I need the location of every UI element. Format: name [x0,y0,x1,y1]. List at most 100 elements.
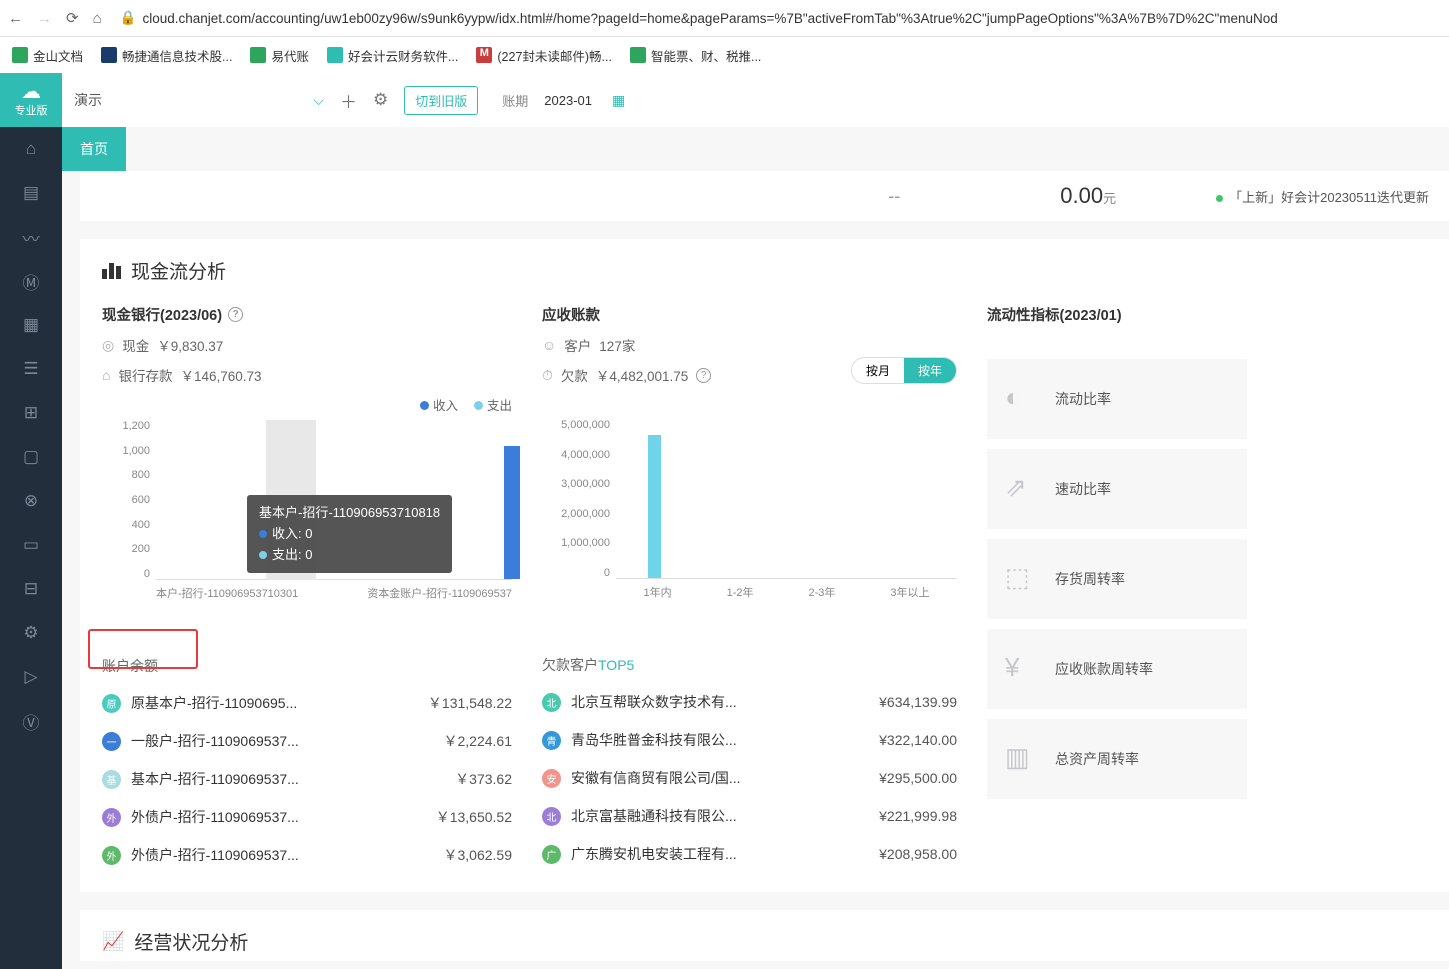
chevron-down-icon: ⌵ [313,92,324,109]
bookmark-item[interactable]: 畅捷通信息技术股... [101,46,232,65]
chart-icon: ▥ [1005,742,1039,776]
sidebar-frame-icon[interactable]: ▢ [0,435,62,479]
customer-row[interactable]: 安安徽有信商贸有限公司/国...¥295,500.00 [542,759,957,797]
period-value: 2023-01 [544,93,592,108]
bookmarks-bar: 金山文档 畅捷通信息技术股... 易代账 好会计云财务软件... M(227封未… [0,37,1449,73]
back-icon[interactable]: ← [8,10,23,27]
cash-value: ￥9,830.37 [157,335,223,355]
section-title: 现金流分析 [102,257,1427,284]
ratio-icon: ◐ [1005,382,1039,416]
metric-card-current-ratio[interactable]: ◐流动比率 [987,359,1247,439]
customer-list: 北北京互帮联众数字技术有...¥634,139.99 青青岛华胜普金科技有限公.… [542,683,957,873]
timer-icon: ⏱ [542,367,553,384]
bookmark-item[interactable]: 好会计云财务软件... [327,46,458,65]
receivable-title: 应收账款 [542,304,957,325]
customer-row[interactable]: 北北京互帮联众数字技术有...¥634,139.99 [542,683,957,721]
help-icon[interactable]: ? [228,307,243,322]
rocket-icon: ⇗ [1005,472,1039,506]
sidebar-building-icon[interactable]: ▦ [0,303,62,347]
operating-section-title: 📈 经营状况分析 [80,910,1449,961]
owed-label: 欠款 [561,365,588,385]
account-row[interactable]: 外外债户-招行-1109069537...￥3,062.59 [102,836,512,874]
metric-card-quick-ratio[interactable]: ⇗速动比率 [987,449,1247,529]
highlight-box [88,629,198,669]
metric-card-inventory-turnover[interactable]: ⬚存货周转率 [987,539,1247,619]
calendar-icon[interactable]: ▦ [612,92,625,109]
sidebar-list-icon[interactable]: ☰ [0,347,62,391]
forward-icon[interactable]: → [37,10,52,27]
account-row[interactable]: 外外债户-招行-1109069537...￥13,650.52 [102,798,512,836]
bookmark-item[interactable]: 易代账 [250,46,309,65]
customer-icon: ☺ [542,337,556,353]
cash-icon: ◎ [102,337,114,354]
account-list: 原原基本户-招行-11090695...￥131,548.22 一一般户-招行-… [102,684,512,874]
toggle-month[interactable]: 按月 [852,358,904,383]
logo-label: 专业版 [15,102,48,118]
money-icon: ¥ [1005,652,1039,686]
box-icon: ⬚ [1005,562,1039,596]
sidebar-money-icon[interactable]: Ⓜ [0,259,62,303]
period-label: 账期 [502,91,528,110]
zero-value: 0.00 [1060,183,1103,208]
sidebar-tag-icon[interactable]: ⊗ [0,479,62,523]
sidebar-voucher-icon[interactable]: ▤ [0,171,62,215]
sidebar-box-icon[interactable]: ⊟ [0,567,62,611]
customer-row[interactable]: 广广东腾安机电安装工程有...¥208,958.00 [542,835,957,873]
liquidity-title: 流动性指标(2023/01) [987,304,1427,325]
add-button[interactable]: ＋ [340,88,357,113]
deposit-value: ￥146,760.73 [180,365,261,385]
org-select[interactable]: 演示 ⌵ [74,90,324,110]
account-row[interactable]: 原原基本户-招行-11090695...￥131,548.22 [102,684,512,722]
bookmark-item[interactable]: 金山文档 [12,46,83,65]
period-toggle[interactable]: 按月 按年 [851,357,957,384]
sidebar-gear-icon[interactable]: ⚙ [0,611,62,655]
chart-legend: 收入 支出 [102,395,512,414]
cust-value: 127家 [599,335,635,355]
customer-row[interactable]: 青青岛华胜普金科技有限公...¥322,140.00 [542,721,957,759]
account-row[interactable]: 一一般户-招行-1109069537...￥2,224.61 [102,722,512,760]
bookmark-item[interactable]: M(227封未读邮件)畅... [476,46,612,65]
bar-chart-icon [102,263,121,279]
metric-card-asset-turnover[interactable]: ▥总资产周转率 [987,719,1247,799]
tab-home[interactable]: 首页 [62,127,126,171]
org-name: 演示 [74,90,102,110]
summary-banner: -- 0.00元 「上新」好会计20230511迭代更新 [80,171,1449,221]
toggle-year[interactable]: 按年 [904,358,956,383]
sidebar-home-icon[interactable]: ⌂ [0,127,62,171]
bookmark-item[interactable]: 智能票、财、税推... [630,46,761,65]
sidebar-grid-icon[interactable]: ⊞ [0,391,62,435]
url-text: cloud.chanjet.com/accounting/uw1eb00zy96… [142,11,1277,26]
account-row[interactable]: 基基本户-招行-1109069537...￥373.62 [102,760,512,798]
metric-card-ar-turnover[interactable]: ¥应收账款周转率 [987,629,1247,709]
help-icon[interactable]: ? [696,368,711,383]
cash-label: 现金 [122,335,149,355]
app-header: 演示 ⌵ ＋ ⚙ 切到旧版 账期 2023-01 ▦ [62,73,1449,127]
cashflow-panel: 现金流分析 现金银行(2023/06) ? ◎ 现金 ￥9,830.37 [80,239,1449,892]
tabs: 首页 [62,127,1449,171]
bank-icon: ⌂ [102,367,110,383]
sidebar-report-icon[interactable]: 〰 [0,215,62,259]
sidebar-doc-icon[interactable]: ▭ [0,523,62,567]
reload-icon[interactable]: ⟳ [66,9,79,27]
url-bar[interactable]: 🔒 cloud.chanjet.com/accounting/uw1eb00zy… [114,10,1441,26]
sidebar-video-icon[interactable]: ▷ [0,655,62,699]
trend-icon: 📈 [102,931,124,952]
top5-title: 欠款客户TOP5 [542,655,957,675]
customer-row[interactable]: 北北京富基融通科技有限公...¥221,999.98 [542,797,957,835]
cash-bank-title: 现金银行(2023/06) ? [102,304,512,325]
home-icon[interactable]: ⌂ [93,10,102,27]
chart-tooltip: 基本户-招行-110906953710818 收入: 0 支出: 0 [247,495,452,573]
status-dot-icon [1216,195,1223,202]
logo[interactable]: ☁ 专业版 [0,73,62,127]
owed-value: ￥4,482,001.75 [596,365,688,385]
sidebar-v-icon[interactable]: Ⓥ [0,699,62,743]
cash-bank-chart[interactable]: 1,2001,0008006004002000 基本户-招行-110906953… [102,420,512,620]
lock-icon: 🔒 [120,10,137,26]
news-text[interactable]: 「上新」好会计20230511迭代更新 [1229,190,1429,205]
deposit-label: 银行存款 [118,365,172,385]
app-sidebar: ☁ 专业版 ⌂ ▤ 〰 Ⓜ ▦ ☰ ⊞ ▢ ⊗ ▭ ⊟ ⚙ ▷ Ⓥ [0,73,62,969]
settings-button[interactable]: ⚙ [373,90,388,110]
cloud-icon: ☁ [21,82,41,102]
switch-old-button[interactable]: 切到旧版 [404,86,478,115]
receivable-chart[interactable]: 5,000,0004,000,0003,000,0002,000,0001,00… [542,419,957,619]
